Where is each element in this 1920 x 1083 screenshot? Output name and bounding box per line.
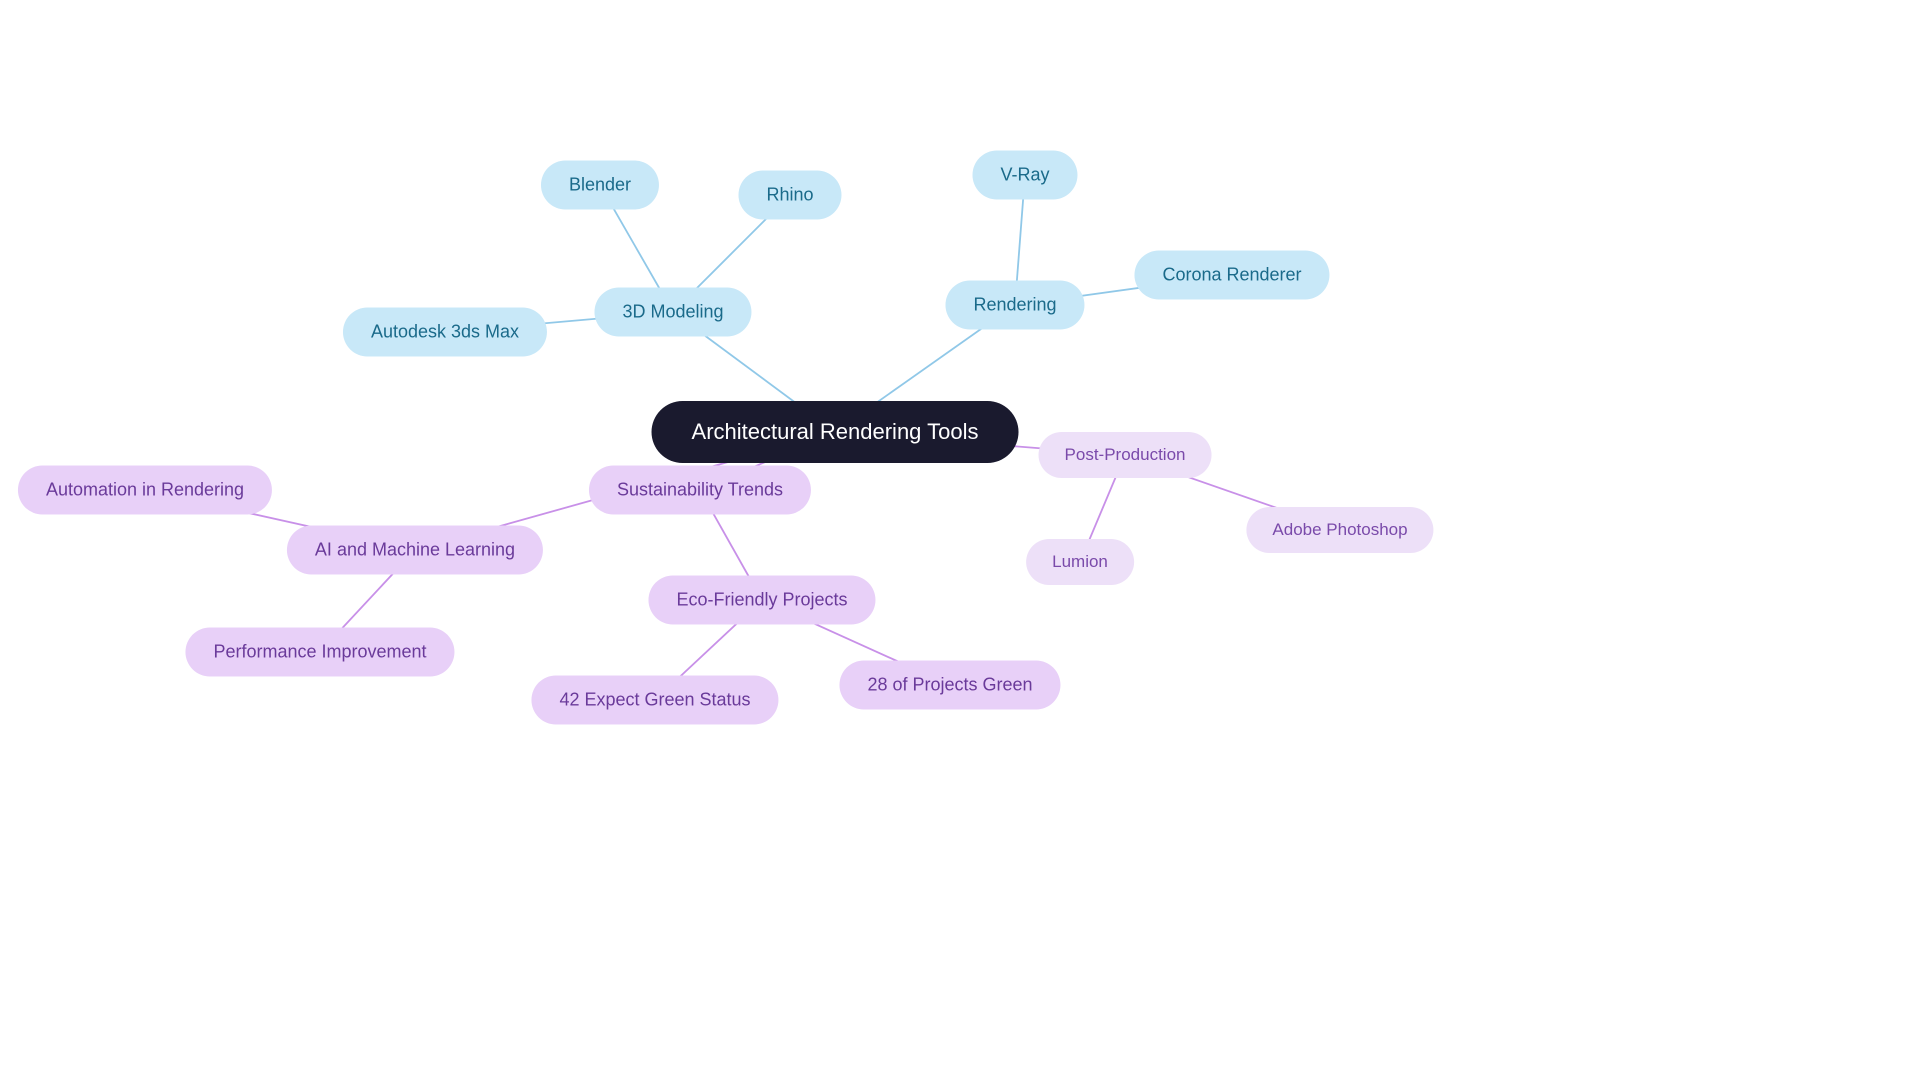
node-corona[interactable]: Corona Renderer (1134, 251, 1329, 300)
node-3d-modeling[interactable]: 3D Modeling (594, 288, 751, 337)
node-42-green[interactable]: 42 Expect Green Status (531, 676, 778, 725)
node-lumion[interactable]: Lumion (1026, 539, 1134, 585)
node-autodesk[interactable]: Autodesk 3ds Max (343, 308, 547, 357)
node-ai-ml[interactable]: AI and Machine Learning (287, 526, 543, 575)
node-28-green[interactable]: 28 of Projects Green (839, 661, 1060, 710)
node-rendering[interactable]: Rendering (945, 281, 1084, 330)
node-adobe-photoshop[interactable]: Adobe Photoshop (1246, 507, 1433, 553)
node-performance[interactable]: Performance Improvement (185, 628, 454, 677)
node-sustainability[interactable]: Sustainability Trends (589, 466, 811, 515)
node-rhino[interactable]: Rhino (738, 171, 841, 220)
node-eco-friendly[interactable]: Eco-Friendly Projects (648, 576, 875, 625)
node-post-production[interactable]: Post-Production (1039, 432, 1212, 478)
node-blender[interactable]: Blender (541, 161, 659, 210)
node-automation[interactable]: Automation in Rendering (18, 466, 272, 515)
node-vray[interactable]: V-Ray (972, 151, 1077, 200)
